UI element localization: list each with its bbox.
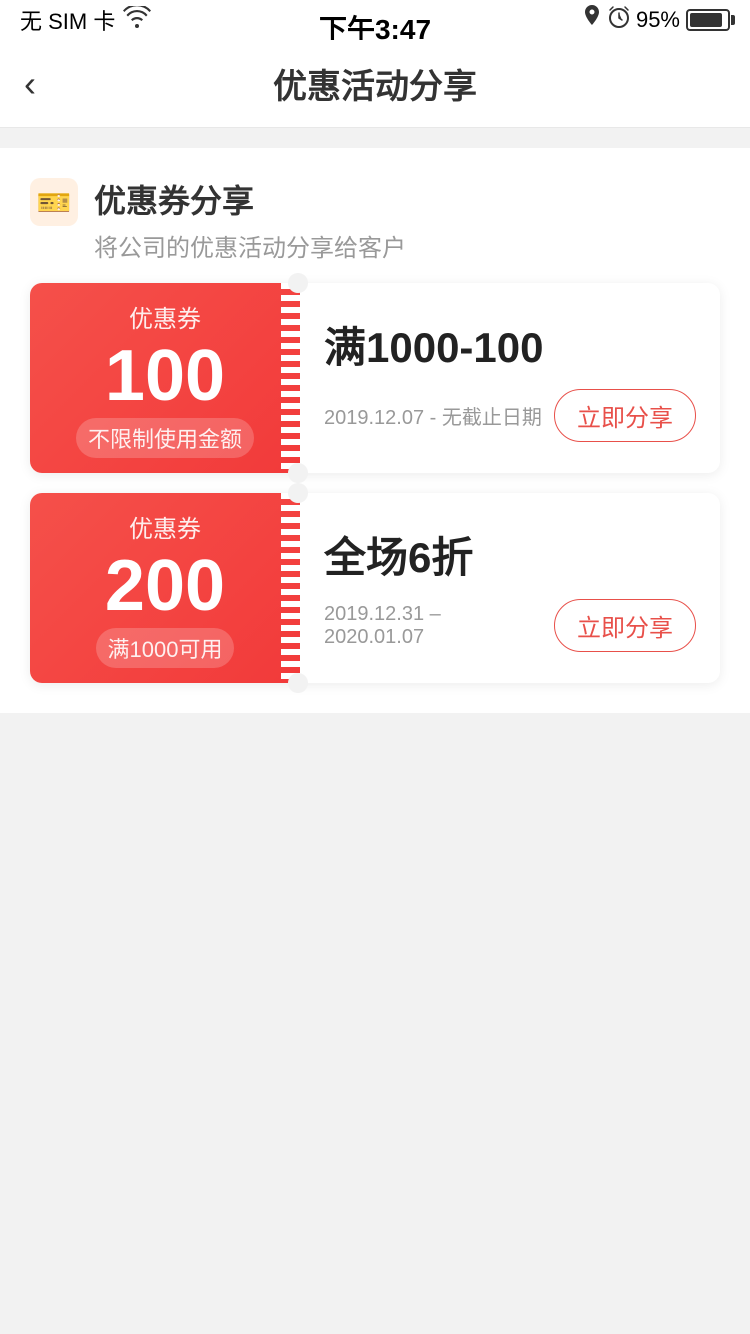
coupon-amount: 100 [105,340,225,412]
coupon-item: 优惠券 200 满1000可用 全场6折 2019.12.31 – 2020.0… [30,493,720,683]
alarm-icon [608,5,630,35]
battery-icon [686,9,730,31]
svg-text:🎫: 🎫 [37,187,72,218]
coupon-share-icon: 🎫 [30,178,78,226]
coupon-amount: 200 [105,550,225,622]
sim-text: 无 SIM 卡 [20,4,115,36]
status-bar: 无 SIM 卡 下午3:47 95% [0,0,750,40]
section-text: 优惠券分享 将公司的优惠活动分享给客户 [94,176,406,263]
share-button[interactable]: 立即分享 [554,599,696,652]
coupon-date: 2019.12.07 - 无截止日期 [324,401,544,430]
coupon-condition: 不限制使用金额 [76,418,254,458]
status-right: 95% [582,5,730,35]
wifi-icon [123,6,151,34]
coupon-meta: 2019.12.31 – 2020.01.07 立即分享 [324,599,696,652]
section-divider [0,128,750,148]
coupon-right: 全场6折 2019.12.31 – 2020.01.07 立即分享 [300,493,720,683]
battery-fill [690,13,722,27]
coupon-left: 优惠券 200 满1000可用 [30,493,300,683]
content-spacer [0,713,750,1273]
coupon-meta: 2019.12.07 - 无截止日期 立即分享 [324,389,696,442]
battery-percent: 95% [636,7,680,33]
coupon-name: 全场6折 [324,524,696,585]
back-button[interactable]: ‹ [24,66,36,102]
status-left: 无 SIM 卡 [20,4,151,36]
coupon-condition: 满1000可用 [96,628,235,668]
nav-bar: ‹ 优惠活动分享 [0,40,750,128]
location-icon [582,5,602,35]
share-button[interactable]: 立即分享 [554,389,696,442]
coupon-right: 满1000-100 2019.12.07 - 无截止日期 立即分享 [300,283,720,473]
coupon-type-label: 优惠券 [129,299,201,334]
coupon-list: 优惠券 100 不限制使用金额 满1000-100 2019.12.07 - 无… [0,283,750,713]
coupon-left: 优惠券 100 不限制使用金额 [30,283,300,473]
coupon-item: 优惠券 100 不限制使用金额 满1000-100 2019.12.07 - 无… [30,283,720,473]
section-subtitle: 将公司的优惠活动分享给客户 [94,228,406,263]
coupon-name: 满1000-100 [324,314,696,375]
main-section: 🎫 优惠券分享 将公司的优惠活动分享给客户 优惠券 100 不限制使用金额 满1… [0,148,750,713]
coupon-type-label: 优惠券 [129,509,201,544]
section-header: 🎫 优惠券分享 将公司的优惠活动分享给客户 [0,148,750,283]
coupon-date: 2019.12.31 – 2020.01.07 [324,603,544,649]
section-title: 优惠券分享 [94,176,406,222]
page-title: 优惠活动分享 [273,59,477,108]
